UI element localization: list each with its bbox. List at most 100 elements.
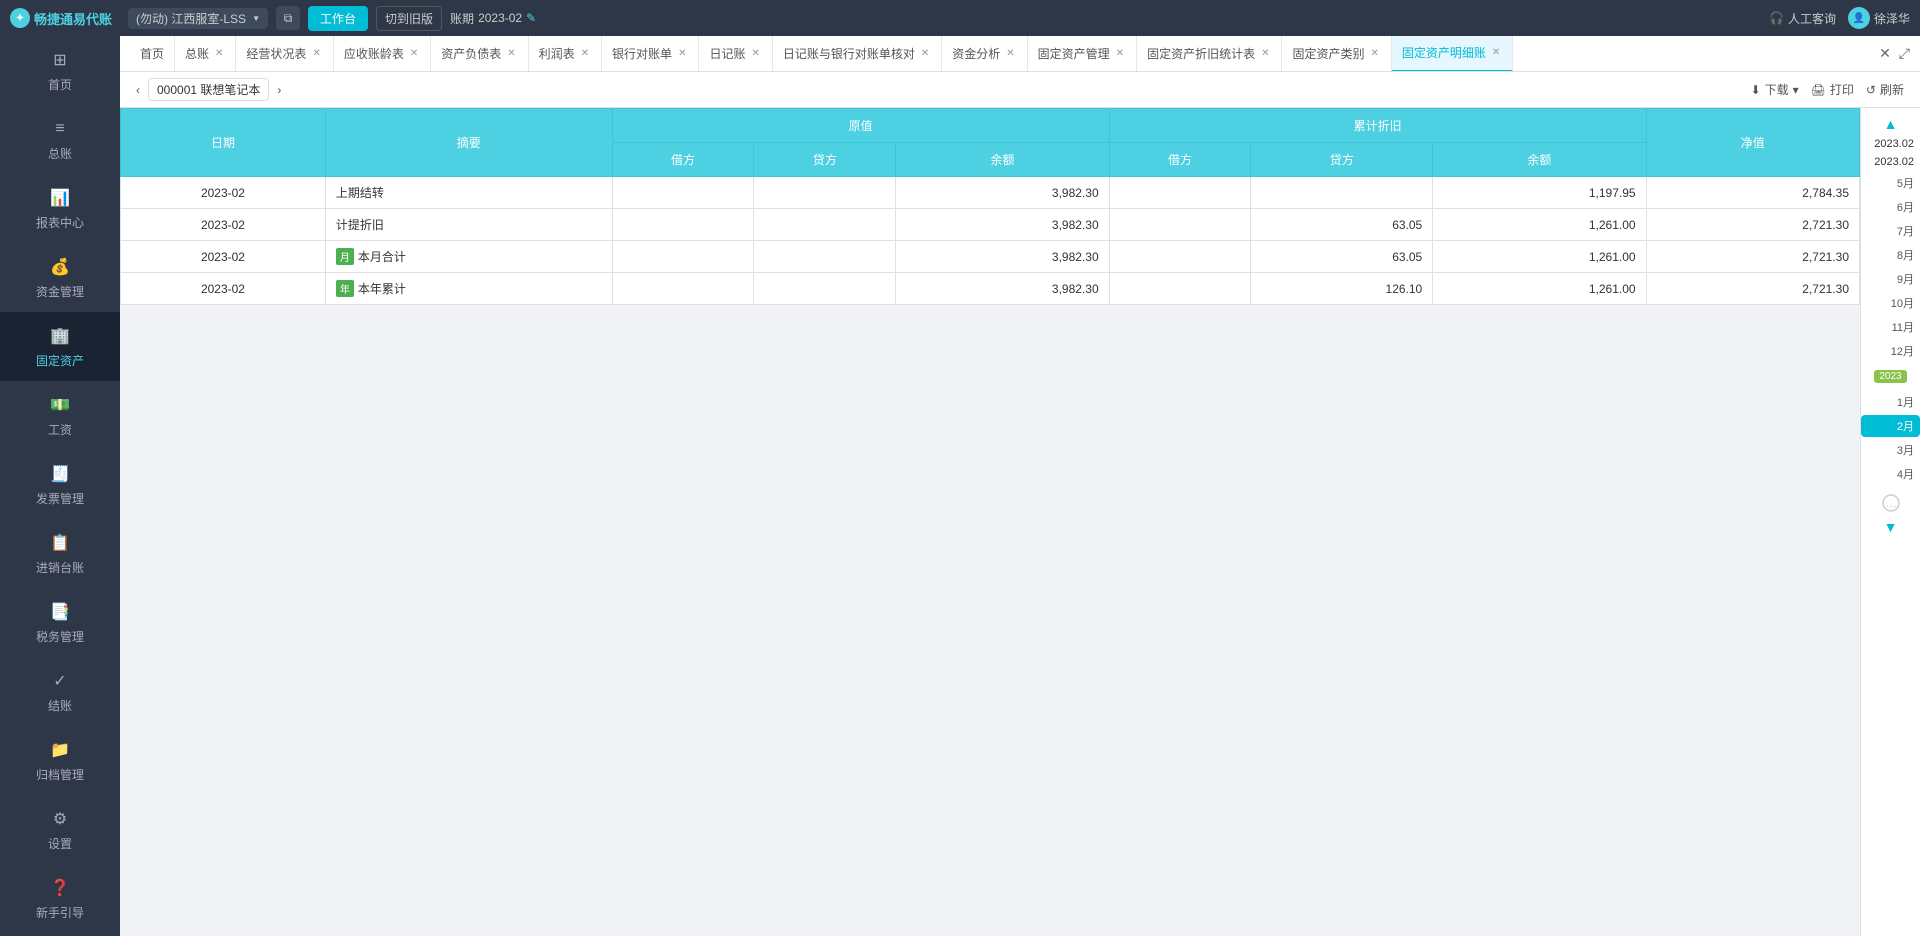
- month-7[interactable]: 7月: [1861, 220, 1920, 242]
- tab-journal[interactable]: 日记账 ✕: [699, 36, 772, 72]
- circle-more-icon[interactable]: …: [1881, 493, 1901, 513]
- month-1[interactable]: 1月: [1861, 391, 1920, 413]
- tab-fund-analysis[interactable]: 资金分析 ✕: [942, 36, 1027, 72]
- col-orig-credit: 贷方: [754, 143, 896, 177]
- tab-fixed-dep-close[interactable]: ✕: [1259, 46, 1271, 61]
- month-5[interactable]: 5月: [1861, 172, 1920, 194]
- workspace-button[interactable]: 工作台: [308, 6, 368, 31]
- tab-balance-close[interactable]: ✕: [505, 46, 517, 61]
- company-dropdown-icon: ▼: [252, 14, 260, 23]
- tab-close-all-icon[interactable]: ✕: [1879, 45, 1891, 62]
- tab-fixed-dep[interactable]: 固定资产折旧统计表 ✕: [1137, 36, 1282, 72]
- settle-icon: ✓: [48, 669, 72, 693]
- month-10[interactable]: 10月: [1861, 292, 1920, 314]
- sidebar-label-settle: 结账: [48, 697, 72, 714]
- tab-bank-statement-label: 银行对账单: [612, 45, 672, 62]
- tab-journal-bank-close[interactable]: ✕: [919, 46, 931, 61]
- sidebar-item-guide[interactable]: ❓ 新手引导: [0, 864, 120, 933]
- sidebar-item-archive[interactable]: 📁 归档管理: [0, 726, 120, 795]
- sidebar-item-salary[interactable]: 💵 工资: [0, 381, 120, 450]
- tab-fund-analysis-close[interactable]: ✕: [1004, 46, 1016, 61]
- refresh-button[interactable]: ↺ 刷新: [1866, 81, 1904, 98]
- asset-code: 000001: [157, 83, 197, 97]
- date-nav-down[interactable]: ▼: [1880, 515, 1902, 539]
- user-menu[interactable]: 👤 徐泽华: [1848, 7, 1910, 29]
- tab-journal-bank[interactable]: 日记账与银行对账单核对 ✕: [773, 36, 942, 72]
- tab-fixed-detail[interactable]: 固定资产明细账 ✕: [1392, 36, 1513, 72]
- tab-profit[interactable]: 利润表 ✕: [529, 36, 602, 72]
- service-button[interactable]: 🎧 人工客询: [1769, 10, 1836, 27]
- tab-fixed-cat-close[interactable]: ✕: [1369, 46, 1381, 61]
- sidebar-item-tax[interactable]: 📑 税务管理: [0, 588, 120, 657]
- tab-receivable[interactable]: 应收账龄表 ✕: [334, 36, 431, 72]
- tab-journal-close[interactable]: ✕: [749, 46, 761, 61]
- sidebar-item-fund[interactable]: 💰 资金管理: [0, 243, 120, 312]
- tab-fixed-cat[interactable]: 固定资产类别 ✕: [1282, 36, 1391, 72]
- sidebar-item-sales[interactable]: 📋 进销台账: [0, 519, 120, 588]
- download-label: 下载: [1765, 81, 1789, 98]
- month-11[interactable]: 11月: [1861, 316, 1920, 338]
- print-button[interactable]: 🖨 打印: [1811, 81, 1854, 98]
- sidebar-item-invoice[interactable]: 🧾 发票管理: [0, 450, 120, 519]
- month-9[interactable]: 9月: [1861, 268, 1920, 290]
- sidebar-label-invoice: 发票管理: [36, 490, 84, 507]
- month-3[interactable]: 3月: [1861, 439, 1920, 461]
- tab-operation-close[interactable]: ✕: [310, 46, 322, 61]
- ledger-icon: ≡: [48, 117, 72, 141]
- top-bar-right: 🎧 人工客询 👤 徐泽华: [1769, 7, 1910, 29]
- asset-name: 联想笔记本: [200, 83, 260, 97]
- tab-fixed-mgmt-close[interactable]: ✕: [1114, 46, 1126, 61]
- tab-profit-close[interactable]: ✕: [579, 46, 591, 61]
- sidebar-item-settle[interactable]: ✓ 结账: [0, 657, 120, 726]
- copy-button[interactable]: ⧉: [276, 6, 300, 30]
- cell-dep-debit: [1109, 177, 1251, 209]
- tab-fixed-detail-close[interactable]: ✕: [1490, 45, 1502, 60]
- breadcrumb-prev[interactable]: ‹: [136, 83, 140, 97]
- sidebar-item-settings[interactable]: ⚙ 设置: [0, 795, 120, 864]
- month-6[interactable]: 6月: [1861, 196, 1920, 218]
- tab-fixed-mgmt[interactable]: 固定资产管理 ✕: [1028, 36, 1137, 72]
- tab-receivable-close[interactable]: ✕: [408, 46, 420, 61]
- sidebar-item-home[interactable]: ⊞ 首页: [0, 36, 120, 105]
- data-table: 日期 摘要 原值 累计折旧 净值 借方 贷方 余额 借方 贷方 余额: [120, 108, 1860, 305]
- headset-icon: 🎧: [1769, 11, 1784, 25]
- tab-receivable-label: 应收账龄表: [344, 45, 404, 62]
- sidebar-item-ledger[interactable]: ≡ 总账: [0, 105, 120, 174]
- settings-icon: ⚙: [48, 807, 72, 831]
- tab-bank-statement-close[interactable]: ✕: [676, 46, 688, 61]
- date-nav-up[interactable]: ▲: [1880, 112, 1902, 136]
- month-12[interactable]: 12月: [1861, 340, 1920, 362]
- tab-ledger[interactable]: 总账 ✕: [175, 36, 236, 72]
- breadcrumb-next[interactable]: ›: [277, 83, 281, 97]
- switch-version-button[interactable]: 切到旧版: [376, 6, 442, 31]
- col-dep-debit: 借方: [1109, 143, 1251, 177]
- tab-expand-icon[interactable]: ⤢: [1899, 45, 1910, 62]
- print-label: 打印: [1830, 81, 1854, 98]
- sidebar-item-fixed[interactable]: 🏢 固定资产: [0, 312, 120, 381]
- month-2-active[interactable]: 2月: [1861, 415, 1920, 437]
- sidebar-label-home: 首页: [48, 76, 72, 93]
- tab-balance[interactable]: 资产负债表 ✕: [431, 36, 528, 72]
- download-button[interactable]: ⬇ 下载 ▾: [1751, 81, 1799, 98]
- sidebar-label-fixed: 固定资产: [36, 352, 84, 369]
- period-edit-icon[interactable]: ✎: [526, 11, 536, 25]
- col-original-value: 原值: [612, 109, 1109, 143]
- app-logo: ✦ 畅捷通易代账: [10, 8, 112, 28]
- month-4[interactable]: 4月: [1861, 463, 1920, 485]
- company-selector[interactable]: (勿动) 江西服室-LSS ▼: [128, 8, 268, 29]
- tab-bank-statement[interactable]: 银行对账单 ✕: [602, 36, 699, 72]
- sidebar-item-reports[interactable]: 📊 报表中心: [0, 174, 120, 243]
- col-dep-credit: 贷方: [1251, 143, 1433, 177]
- main-content: 日期 摘要 原值 累计折旧 净值 借方 贷方 余额 借方 贷方 余额: [120, 108, 1920, 936]
- tab-journal-label: 日记账: [709, 45, 745, 62]
- sidebar-label-archive: 归档管理: [36, 766, 84, 783]
- tab-home[interactable]: 首页: [130, 36, 175, 72]
- tab-operation[interactable]: 经营状况表 ✕: [236, 36, 333, 72]
- month-8[interactable]: 8月: [1861, 244, 1920, 266]
- cell-orig-credit: [754, 241, 896, 273]
- cell-summary: 上期结转: [325, 177, 612, 209]
- sidebar-label-sales: 进销台账: [36, 559, 84, 576]
- tab-ledger-close[interactable]: ✕: [213, 46, 225, 61]
- salary-icon: 💵: [48, 393, 72, 417]
- cell-summary: 年本年累计: [325, 273, 612, 305]
